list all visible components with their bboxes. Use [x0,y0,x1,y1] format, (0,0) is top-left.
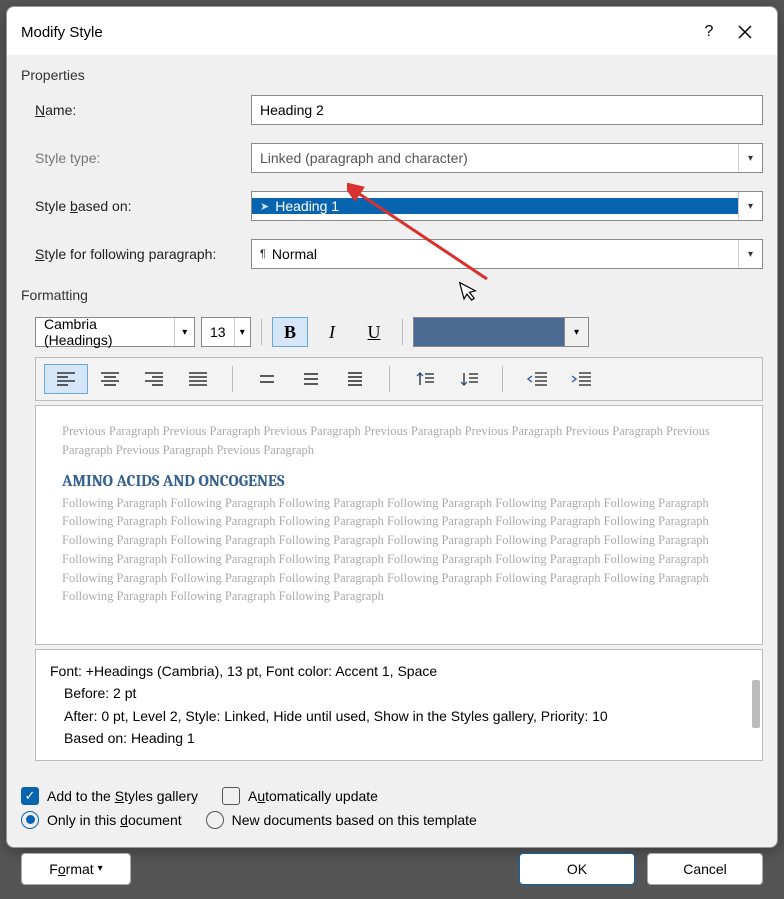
basedon-label: Style based on: [35,198,251,214]
separator [389,366,390,392]
align-justify-icon [188,371,208,387]
spacing-double-button[interactable] [333,364,377,394]
space-before-inc-button[interactable] [402,364,446,394]
close-icon [738,25,752,39]
spacing-single-icon [257,371,277,387]
preview-before-text: Previous Paragraph Previous Paragraph Pr… [62,422,736,460]
formatting-toolbar: Cambria (Headings) ▾ 13 ▾ B I U ▾ [35,317,763,347]
modify-style-dialog: Modify Style ? Properties Name: Style ty… [6,6,778,848]
following-value: Normal [272,246,317,262]
font-size-value: 13 [202,324,234,340]
desc-line: After: 0 pt, Level 2, Style: Linked, Hid… [50,705,748,727]
font-name-value: Cambria (Headings) [36,316,174,348]
add-to-gallery-checkbox[interactable]: ✓ Add to the Styles gallery [21,787,198,805]
align-justify-button[interactable] [176,364,220,394]
align-left-button[interactable] [44,364,88,394]
radio-icon [21,811,39,829]
underline-button[interactable]: U [356,317,392,347]
align-left-icon [56,371,76,387]
dialog-footer: Format ▾ OK Cancel [21,835,763,885]
separator [261,319,262,345]
cancel-button[interactable]: Cancel [647,853,763,885]
format-menu-button[interactable]: Format ▾ [21,853,131,885]
name-input[interactable] [251,95,763,125]
heading-style-icon: ➤ [260,200,269,213]
font-name-combo[interactable]: Cambria (Headings) ▾ [35,317,195,347]
basedon-combo[interactable]: ➤ Heading 1 ▾ [251,191,763,221]
space-before-dec-button[interactable] [446,364,490,394]
styletype-label: Style type: [35,150,251,166]
paragraph-icon: ¶ [260,248,266,260]
add-to-gallery-label: Add to the Styles gallery [47,788,198,804]
separator [402,319,403,345]
auto-update-checkbox[interactable]: Automatically update [222,787,378,805]
align-right-button[interactable] [132,364,176,394]
radio-icon [206,811,224,829]
titlebar: Modify Style ? [7,7,777,55]
auto-update-label: Automatically update [248,788,378,804]
chevron-down-icon: ▾ [564,318,588,346]
following-combo[interactable]: ¶ Normal ▾ [251,239,763,269]
properties-label: Properties [21,67,763,83]
chevron-down-icon: ▾ [98,863,103,874]
separator [502,366,503,392]
dialog-title: Modify Style [21,24,691,41]
chevron-down-icon: ▾ [738,192,762,220]
desc-line: Based on: Heading 1 [50,727,748,749]
checkbox-icon [222,787,240,805]
desc-line: Font: +Headings (Cambria), 13 pt, Font c… [50,660,748,682]
close-button[interactable] [727,17,763,47]
indent-decrease-icon [526,370,548,388]
new-documents-radio[interactable]: New documents based on this template [206,811,477,829]
chevron-down-icon: ▾ [234,318,250,346]
italic-button[interactable]: I [314,317,350,347]
help-button[interactable]: ? [691,17,727,47]
only-this-document-radio[interactable]: Only in this document [21,811,182,829]
spacing-double-icon [345,371,365,387]
alignment-toolbar [35,357,763,401]
align-center-icon [100,371,120,387]
styletype-combo[interactable]: Linked (paragraph and character) ▾ [251,143,763,173]
styletype-value: Linked (paragraph and character) [260,150,468,166]
preview-after-text: Following Paragraph Following Paragraph … [62,494,736,607]
following-label: Style for following paragraph: [35,246,251,262]
desc-line: Before: 2 pt [50,682,748,704]
color-swatch [414,318,564,346]
bold-button[interactable]: B [272,317,308,347]
options-area: ✓ Add to the Styles gallery Automaticall… [21,781,763,835]
spacing-single-button[interactable] [245,364,289,394]
basedon-value: Heading 1 [275,198,339,214]
indent-increase-icon [570,370,592,388]
style-description: Font: +Headings (Cambria), 13 pt, Font c… [35,649,763,761]
space-before-dec-icon [457,370,479,388]
align-right-icon [144,371,164,387]
space-before-inc-icon [413,370,435,388]
font-size-combo[interactable]: 13 ▾ [201,317,251,347]
scrollbar-thumb[interactable] [752,680,760,728]
indent-increase-button[interactable] [559,364,603,394]
only-this-document-label: Only in this document [47,812,182,828]
chevron-down-icon: ▾ [738,240,762,268]
ok-button[interactable]: OK [519,853,635,885]
spacing-15-button[interactable] [289,364,333,394]
new-documents-label: New documents based on this template [232,812,477,828]
style-preview: Previous Paragraph Previous Paragraph Pr… [35,405,763,645]
align-center-button[interactable] [88,364,132,394]
preview-heading: AMINO ACIDS AND ONCOGENES [62,472,736,490]
spacing-15-icon [301,371,321,387]
checkbox-icon: ✓ [21,787,39,805]
font-color-picker[interactable]: ▾ [413,317,589,347]
formatting-label: Formatting [21,287,763,303]
chevron-down-icon: ▾ [738,144,762,172]
separator [232,366,233,392]
indent-decrease-button[interactable] [515,364,559,394]
name-label: Name: [35,102,251,118]
chevron-down-icon: ▾ [174,318,194,346]
